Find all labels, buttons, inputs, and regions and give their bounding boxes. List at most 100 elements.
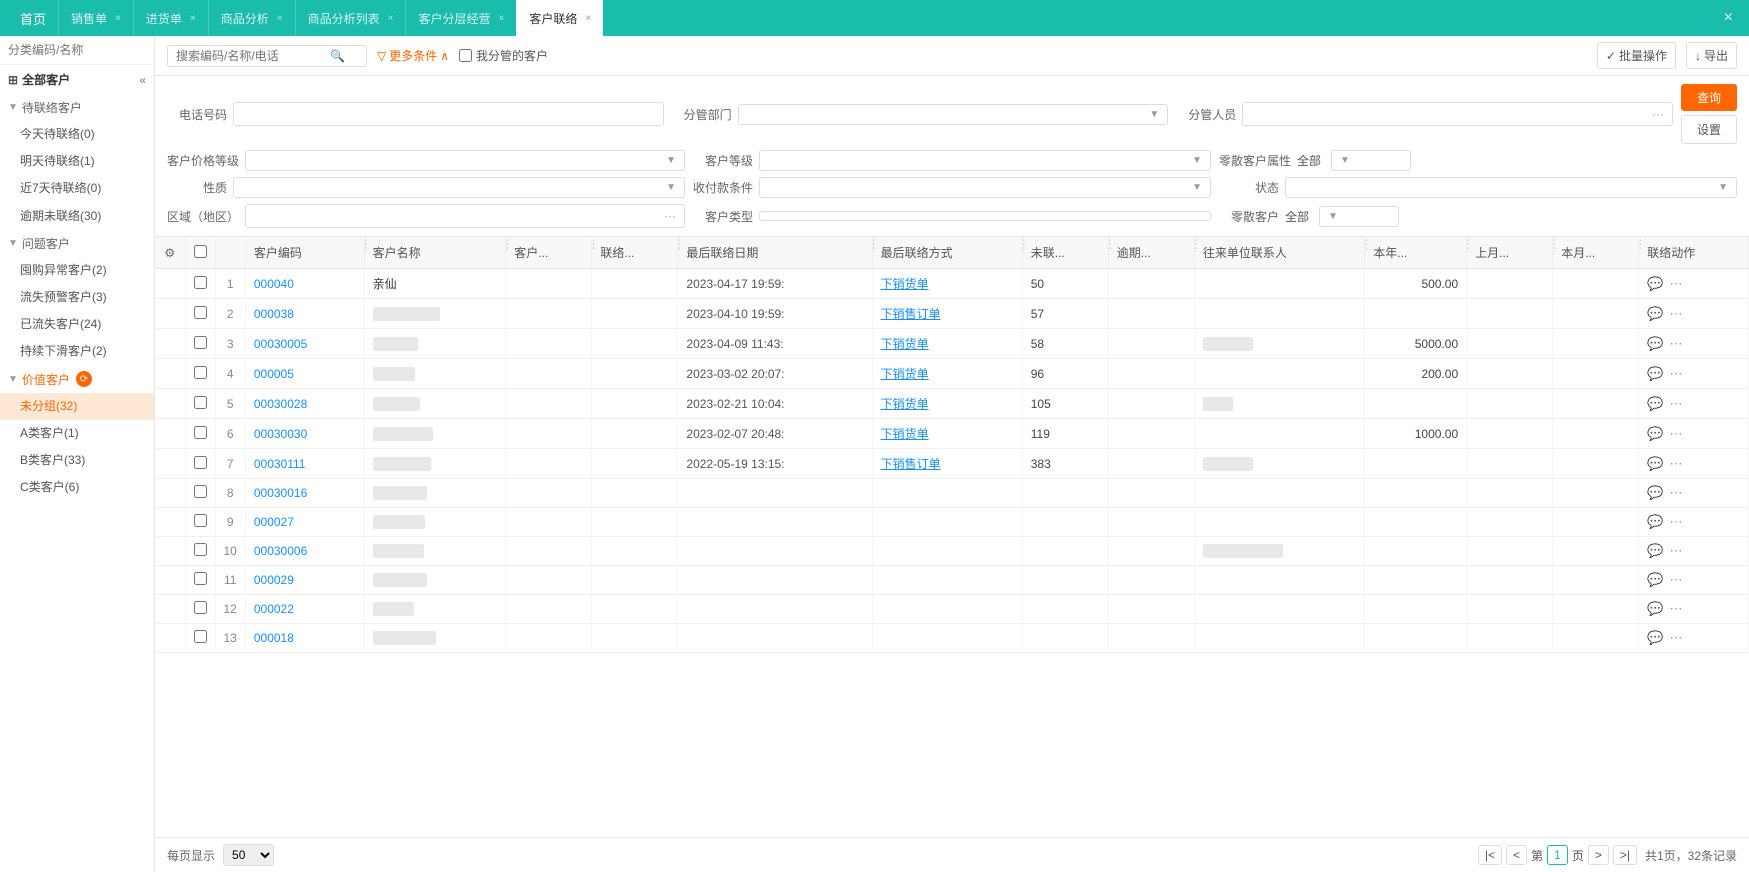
more-action-icon[interactable]: ⋯ — [1669, 396, 1682, 412]
row-last-contact-method[interactable]: 下销货单 — [872, 329, 1022, 359]
contact-action-icon[interactable]: 💬 — [1647, 336, 1663, 352]
contact-action-icon[interactable]: 💬 — [1647, 366, 1663, 382]
row-name[interactable] — [364, 595, 506, 624]
row-checkbox-cell[interactable] — [185, 269, 215, 299]
row-last-contact-method[interactable] — [872, 479, 1022, 508]
row-checkbox-cell[interactable] — [185, 329, 215, 359]
close-tab-customer-contact-icon[interactable]: × — [585, 13, 591, 24]
my-customers-checkbox[interactable]: 我分管的客户 — [459, 47, 548, 64]
row-checkbox-cell[interactable] — [185, 389, 215, 419]
sidebar-item-7days[interactable]: 近7天待联络(0) — [0, 175, 154, 202]
close-tab-analysis-list-icon[interactable]: × — [388, 13, 394, 24]
more-action-icon[interactable]: ⋯ — [1669, 276, 1682, 292]
not-contacted-col-header[interactable]: 未联... ⋮ — [1022, 237, 1108, 269]
contact-action-icon[interactable]: 💬 — [1647, 396, 1663, 412]
property-select[interactable]: ▼ — [233, 177, 685, 198]
reset-button[interactable]: 设置 — [1681, 115, 1737, 144]
row-code[interactable]: 000029 — [245, 566, 364, 595]
batch-operation-btn[interactable]: ✓ 批量操作 — [1597, 42, 1676, 69]
row-code[interactable]: 00030016 — [245, 479, 364, 508]
sidebar-item-ungrouped[interactable]: 未分组(32) — [0, 393, 154, 420]
date-col-resize[interactable]: ⋮ — [868, 237, 872, 268]
row-checkbox-cell[interactable] — [185, 537, 215, 566]
contact-action-icon[interactable]: 💬 — [1647, 426, 1663, 442]
last-page-btn[interactable]: >| — [1613, 845, 1637, 865]
more-action-icon[interactable]: ⋯ — [1669, 514, 1682, 530]
select-all-col-header[interactable] — [185, 237, 215, 269]
row-name[interactable]: 亲仙 — [364, 269, 506, 299]
row-checkbox[interactable] — [194, 543, 207, 556]
contact-col-header[interactable]: 联络... ⋮ — [592, 237, 678, 269]
collapse-icon[interactable]: « — [139, 73, 146, 87]
row-checkbox[interactable] — [194, 514, 207, 527]
row-name[interactable] — [364, 359, 506, 389]
partner-col-resize[interactable]: ⋮ — [1360, 237, 1364, 268]
more-action-icon[interactable]: ⋯ — [1669, 336, 1682, 352]
all-customers-section[interactable]: ⊞ 全部客户 « — [0, 65, 154, 94]
nav-tab-analysis-list[interactable]: 商品分析列表 × — [295, 0, 406, 36]
this-month-col-resize[interactable]: ⋮ — [1634, 237, 1638, 268]
row-code[interactable]: 000038 — [245, 299, 364, 329]
row-last-contact-method[interactable]: 下销售订单 — [872, 299, 1022, 329]
contact-action-icon[interactable]: 💬 — [1647, 456, 1663, 472]
row-last-contact-method[interactable] — [872, 508, 1022, 537]
page-size-select[interactable]: 50 100 200 — [223, 844, 274, 866]
more-action-icon[interactable]: ⋯ — [1669, 543, 1682, 559]
group-pending-contact[interactable]: ▼ 待联络客户 — [0, 94, 154, 121]
row-checkbox[interactable] — [194, 572, 207, 585]
customer-type-select[interactable] — [759, 211, 1211, 221]
row-checkbox[interactable] — [194, 366, 207, 379]
last-contact-date-col-header[interactable]: 最后联络日期 ⋮ — [678, 237, 872, 269]
contact-col-resize[interactable]: ⋮ — [673, 237, 677, 268]
region-more-icon[interactable]: ··· — [664, 209, 676, 223]
close-tab-sales-icon[interactable]: × — [115, 13, 121, 24]
cust-type-col-resize[interactable]: ⋮ — [587, 237, 591, 268]
row-last-contact-method[interactable] — [872, 595, 1022, 624]
more-action-icon[interactable]: ⋯ — [1669, 426, 1682, 442]
more-action-icon[interactable]: ⋯ — [1669, 630, 1682, 646]
more-action-icon[interactable]: ⋯ — [1669, 456, 1682, 472]
row-last-contact-method[interactable]: 下销售订单 — [872, 449, 1022, 479]
row-code[interactable]: 00030111 — [245, 449, 364, 479]
sidebar-item-declining[interactable]: 持续下滑客户(2) — [0, 338, 154, 365]
row-checkbox[interactable] — [194, 396, 207, 409]
name-col-resize[interactable]: ⋮ — [501, 237, 505, 268]
row-name[interactable] — [364, 449, 506, 479]
prev-page-btn[interactable]: < — [1506, 845, 1527, 865]
row-checkbox-cell[interactable] — [185, 449, 215, 479]
nav-home[interactable]: 首页 — [8, 0, 58, 36]
nav-tab-sales[interactable]: 销售单 × — [58, 0, 133, 36]
nav-tab-purchase[interactable]: 进货单 × — [133, 0, 208, 36]
sidebar-item-churned[interactable]: 已流失客户(24) — [0, 311, 154, 338]
sidebar-item-churn-warning[interactable]: 流失预警客户(3) — [0, 284, 154, 311]
sidebar-item-c-class[interactable]: C类客户(6) — [0, 474, 154, 501]
row-code[interactable]: 000018 — [245, 624, 364, 653]
contact-action-icon[interactable]: 💬 — [1647, 630, 1663, 646]
nav-tab-customer-contact[interactable]: 客户联络 × — [516, 0, 603, 36]
customer-type-col-header[interactable]: 客户... ⋮ — [506, 237, 592, 269]
window-close-button[interactable]: × — [1716, 9, 1741, 27]
my-customers-check[interactable] — [459, 49, 472, 62]
nav-tab-customer-mgmt[interactable]: 客户分层经营 × — [405, 0, 516, 36]
next-page-btn[interactable]: > — [1588, 845, 1609, 865]
contact-action-icon[interactable]: 💬 — [1647, 306, 1663, 322]
row-checkbox-cell[interactable] — [185, 566, 215, 595]
row-checkbox[interactable] — [194, 276, 207, 289]
code-col-resize[interactable]: ⋮ — [360, 237, 364, 268]
contact-action-icon[interactable]: 💬 — [1647, 543, 1663, 559]
row-checkbox[interactable] — [194, 456, 207, 469]
row-code[interactable]: 000022 — [245, 595, 364, 624]
first-page-btn[interactable]: |< — [1478, 845, 1502, 865]
row-checkbox[interactable] — [194, 306, 207, 319]
row-code[interactable]: 000027 — [245, 508, 364, 537]
row-checkbox-cell[interactable] — [185, 508, 215, 537]
row-last-contact-method[interactable] — [872, 537, 1022, 566]
phone-input[interactable] — [233, 102, 664, 126]
last-contact-method-col-header[interactable]: 最后联络方式 ⋮ — [872, 237, 1022, 269]
row-last-contact-method[interactable]: 下销货单 — [872, 269, 1022, 299]
row-name[interactable] — [364, 389, 506, 419]
close-tab-purchase-icon[interactable]: × — [190, 13, 196, 24]
nav-tab-analysis[interactable]: 商品分析 × — [208, 0, 295, 36]
sidebar-item-tomorrow[interactable]: 明天待联络(1) — [0, 148, 154, 175]
row-last-contact-method[interactable]: 下销货单 — [872, 389, 1022, 419]
